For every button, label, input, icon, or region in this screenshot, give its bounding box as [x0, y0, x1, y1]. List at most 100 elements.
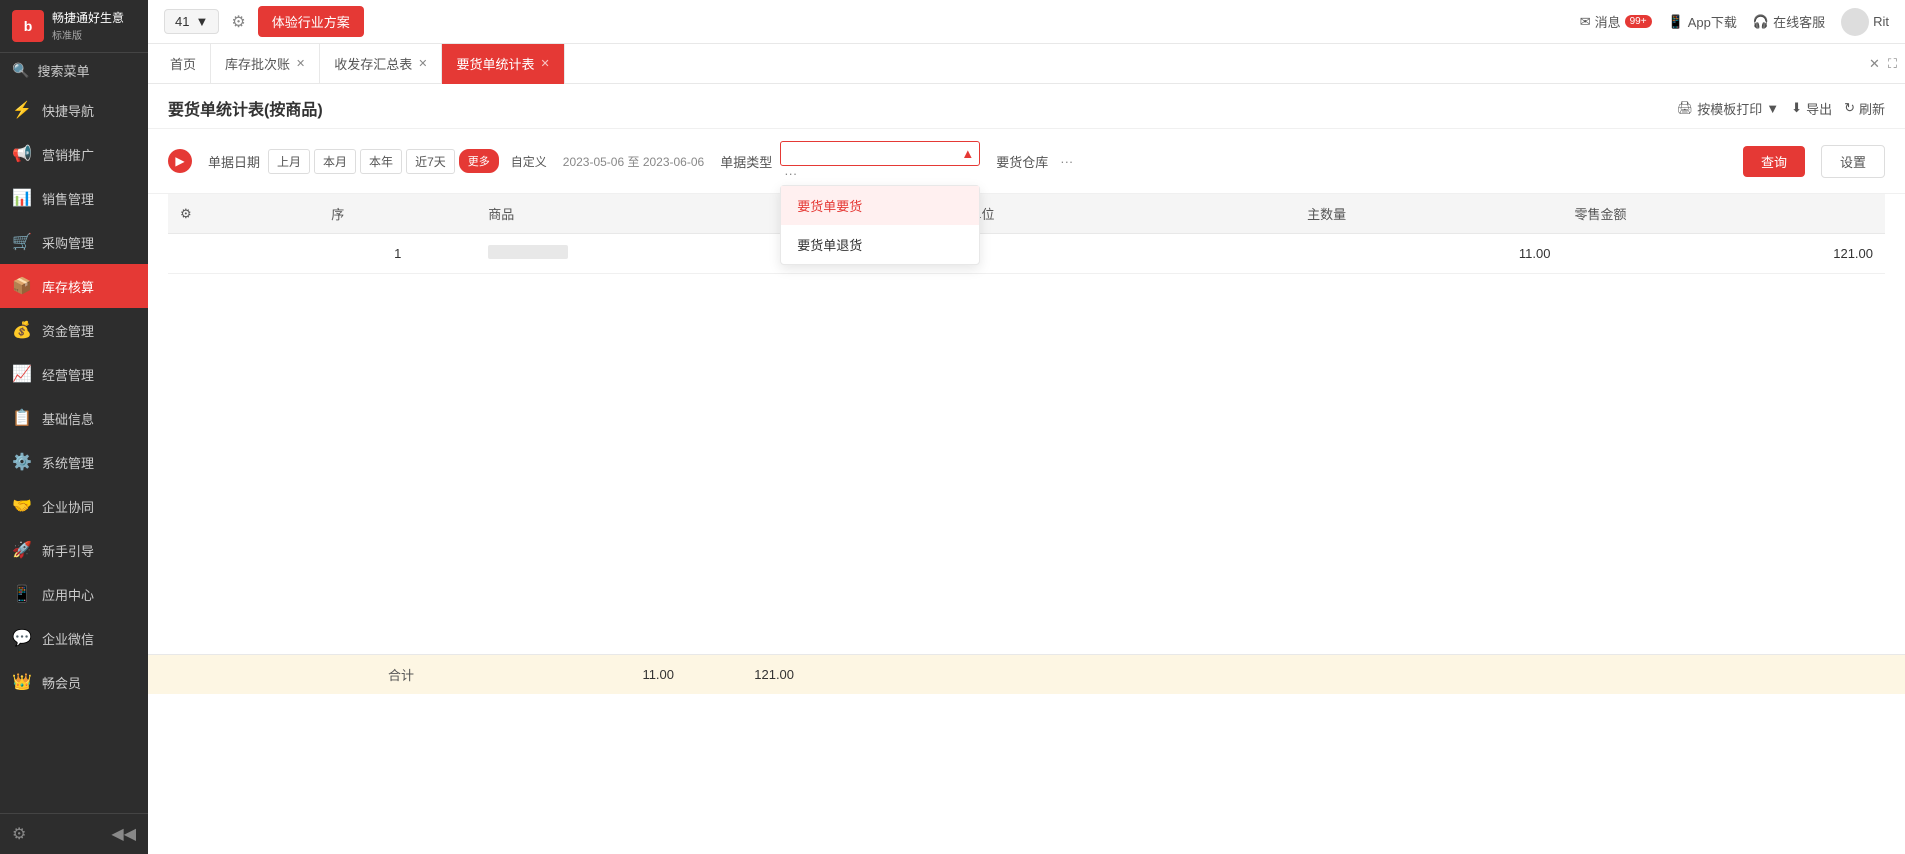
cell-qty: 11.00: [1295, 234, 1562, 274]
username-label: Rit: [1873, 14, 1889, 29]
tab-close-icon[interactable]: ✕: [541, 57, 550, 70]
trial-button[interactable]: 体验行业方案: [258, 6, 364, 37]
sidebar-item-label: 库存核算: [42, 277, 94, 296]
col-qty-header: 主数量: [1295, 194, 1562, 234]
enterprise-icon: 🤝: [12, 496, 32, 516]
more-date-btn[interactable]: 更多: [459, 149, 499, 173]
sidebar-item-label: 畅会员: [42, 673, 81, 692]
query-button[interactable]: 查询: [1743, 146, 1805, 177]
refresh-button[interactable]: ↻ 刷新: [1844, 99, 1885, 118]
purchase-icon: 🛒: [12, 232, 32, 252]
this-year-btn[interactable]: 本年: [360, 149, 402, 174]
user-profile[interactable]: Rit: [1841, 8, 1889, 36]
top-bar-left: 41 ▼ ⚙ 体验行业方案: [164, 6, 364, 37]
cell-amount: 121.00: [1562, 234, 1885, 274]
app-download-item[interactable]: 📱 App下载: [1668, 12, 1737, 31]
guide-icon: 🚀: [12, 540, 32, 560]
tab-fullscreen-icon[interactable]: ⛶: [1888, 56, 1897, 72]
print-icon: 🖨: [1677, 100, 1694, 116]
operations-icon: 📈: [12, 364, 32, 384]
sidebar-nav: ⚡ 快捷导航 📢 营销推广 📊 销售管理 🛒 采购管理 📦 库存核算 💰: [0, 88, 148, 813]
company-name: 41: [175, 14, 189, 29]
sidebar-item-member[interactable]: 👑 畅会员: [0, 660, 148, 704]
message-icon: ✉: [1580, 14, 1591, 30]
date-filter-group: 单据日期 上月 本月 本年 近7天 更多 自定义 2023-05-06 至 20…: [208, 149, 704, 174]
goods-placeholder: [488, 245, 568, 259]
member-icon: 👑: [12, 672, 32, 692]
tab-expand-icon[interactable]: ✕: [1869, 56, 1880, 72]
sidebar-item-wechat[interactable]: 💬 企业微信: [0, 616, 148, 660]
export-button[interactable]: ⬇ 导出: [1791, 99, 1832, 118]
warehouse-dots-icon[interactable]: ···: [1060, 154, 1073, 169]
search-label: 搜索菜单: [37, 61, 89, 80]
print-btn-label: 按模板打印: [1697, 99, 1762, 118]
online-service-label: 在线客服: [1773, 12, 1825, 31]
col-settings[interactable]: ⚙: [168, 194, 319, 234]
sidebar-item-purchase[interactable]: 🛒 采购管理: [0, 220, 148, 264]
top-bar: 41 ▼ ⚙ 体验行业方案 ✉ 消息 99+ 📱 App下载 🎧 在: [148, 0, 1905, 44]
tab-expand-area: ✕ ⛶: [1869, 56, 1897, 72]
quick-nav-icon: ⚡: [12, 100, 32, 120]
online-service-item[interactable]: 🎧 在线客服: [1753, 12, 1825, 31]
dropdown-item-order-goods[interactable]: 要货单要货: [781, 186, 979, 225]
custom-date-btn[interactable]: 自定义: [503, 150, 555, 173]
wechat-icon: 💬: [12, 628, 32, 648]
print-button[interactable]: 🖨 按模板打印 ▼: [1677, 99, 1779, 118]
type-dropdown: ▲ 要货单要货 要货单退货 ···: [780, 141, 980, 181]
col-amount-header: 零售金额: [1562, 194, 1885, 234]
sidebar-item-basic-info[interactable]: 📋 基础信息: [0, 396, 148, 440]
sidebar-item-enterprise[interactable]: 🤝 企业协同: [0, 484, 148, 528]
tab-order-stats[interactable]: 要货单统计表 ✕: [442, 44, 564, 84]
last-7-days-btn[interactable]: 近7天: [406, 149, 455, 174]
settings-button[interactable]: 设置: [1821, 145, 1885, 178]
refresh-icon: ↻: [1844, 100, 1855, 116]
search-icon: 🔍: [12, 62, 29, 79]
settings-icon[interactable]: ⚙: [12, 824, 26, 844]
type-filter-group: 单据类型 ▲ 要货单要货 要货单退货 ···: [720, 141, 980, 181]
tab-close-icon[interactable]: ✕: [296, 57, 305, 70]
footer-qty-value: 11.00: [574, 667, 674, 682]
type-input[interactable]: [780, 141, 980, 166]
filter-expand-button[interactable]: ▶: [168, 149, 192, 173]
sidebar-item-marketing[interactable]: 📢 营销推广: [0, 132, 148, 176]
sidebar-item-label: 经营管理: [42, 365, 94, 384]
sidebar-item-sales[interactable]: 📊 销售管理: [0, 176, 148, 220]
company-selector[interactable]: 41 ▼: [164, 9, 219, 34]
type-dropdown-arrow[interactable]: ▲: [961, 146, 974, 161]
table-header-row: ⚙ 序 商品 主计量单位 主数量 零售金额: [168, 194, 1885, 234]
finance-icon: 💰: [12, 320, 32, 340]
app-center-icon: 📱: [12, 584, 32, 604]
sidebar-item-system[interactable]: ⚙️ 系统管理: [0, 440, 148, 484]
table-row: 1 块 11.00 121.00: [168, 234, 1885, 274]
data-table: ⚙ 序 商品 主计量单位 主数量 零售金额 1: [168, 194, 1885, 274]
prev-month-btn[interactable]: 上月: [268, 149, 310, 174]
page-actions: 🖨 按模板打印 ▼ ⬇ 导出 ↻ 刷新: [1677, 99, 1885, 118]
tab-close-icon[interactable]: ✕: [418, 57, 427, 70]
sidebar-search[interactable]: 🔍 搜索菜单: [0, 53, 148, 88]
sidebar-item-guide[interactable]: 🚀 新手引导: [0, 528, 148, 572]
tab-inventory-batch[interactable]: 库存批次账 ✕: [211, 44, 320, 84]
tab-order-stats-label: 要货单统计表: [456, 54, 534, 73]
gear-icon[interactable]: ⚙: [231, 12, 245, 32]
sidebar-item-inventory[interactable]: 📦 库存核算: [0, 264, 148, 308]
sidebar-item-operations[interactable]: 📈 经营管理: [0, 352, 148, 396]
app-download-label: App下载: [1688, 12, 1737, 31]
tab-home[interactable]: 首页: [156, 44, 211, 84]
sidebar-item-finance[interactable]: 💰 资金管理: [0, 308, 148, 352]
dropdown-item-order-return[interactable]: 要货单退货: [781, 225, 979, 264]
tab-receipts-summary[interactable]: 收发存汇总表 ✕: [320, 44, 442, 84]
system-icon: ⚙️: [12, 452, 32, 472]
app-title: 畅捷通好生意: [52, 10, 124, 27]
sidebar-item-label: 企业协同: [42, 497, 94, 516]
main-area: 41 ▼ ⚙ 体验行业方案 ✉ 消息 99+ 📱 App下载 🎧 在: [148, 0, 1905, 854]
this-month-btn[interactable]: 本月: [314, 149, 356, 174]
empty-space: [148, 274, 1905, 654]
messages-item[interactable]: ✉ 消息 99+: [1580, 12, 1652, 31]
sidebar-item-quick-nav[interactable]: ⚡ 快捷导航: [0, 88, 148, 132]
sidebar-item-label: 营销推广: [42, 145, 94, 164]
sidebar-item-app-center[interactable]: 📱 应用中心: [0, 572, 148, 616]
sidebar: b 畅捷通好生意 标准版 🔍 搜索菜单 ⚡ 快捷导航 📢 营销推广 📊 销售管理: [0, 0, 148, 854]
filter-dots-icon[interactable]: ···: [784, 166, 797, 181]
phone-icon: 📱: [1668, 14, 1684, 30]
collapse-icon[interactable]: ◀◀: [111, 824, 136, 844]
